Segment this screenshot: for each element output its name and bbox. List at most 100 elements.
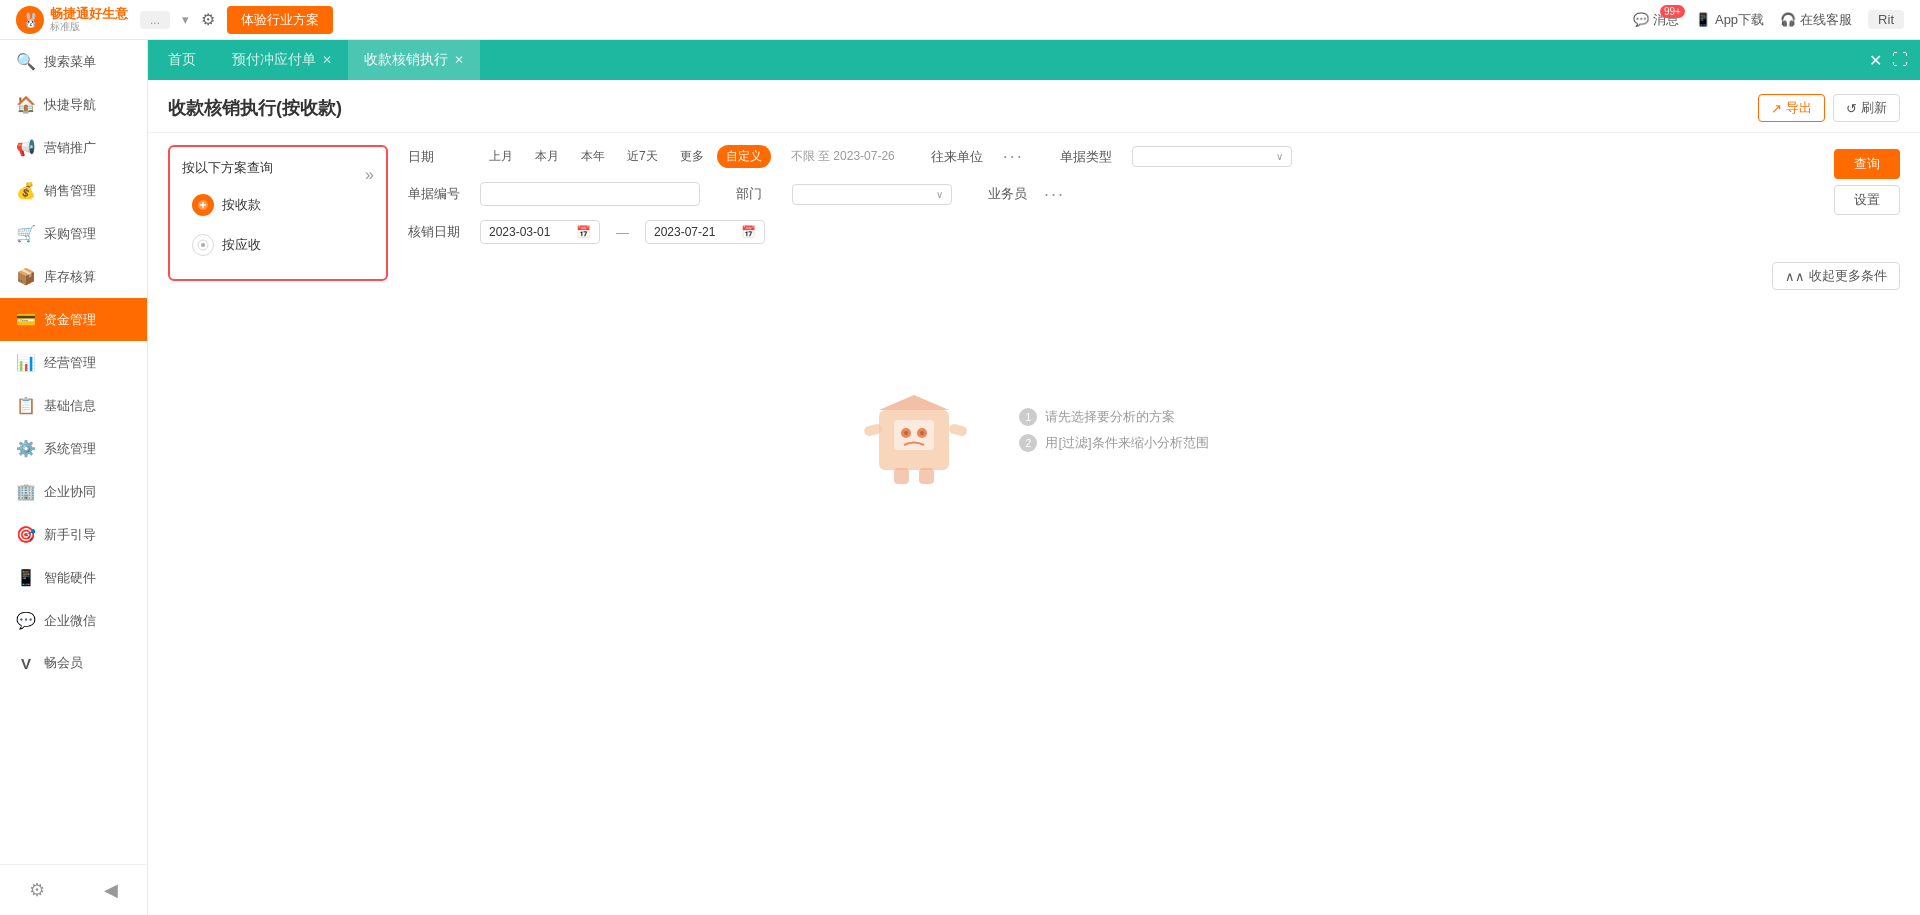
collapse-more-button[interactable]: ∧∧ 收起更多条件 <box>1772 262 1900 290</box>
sidebar-item-hardware[interactable]: 📱 智能硬件 <box>0 556 147 599</box>
partner-label: 往来单位 <box>931 148 987 166</box>
sidebar-label: 库存核算 <box>44 268 96 286</box>
gear-icon[interactable]: ⚙ <box>201 10 215 29</box>
date-no-limit: 不限 至 2023-07-26 <box>791 148 895 165</box>
app-download-button[interactable]: 📱 App下载 <box>1695 11 1764 29</box>
refresh-icon: ↺ <box>1846 101 1857 116</box>
empty-state: 1 请先选择要分析的方案 2 用[过滤]条件来缩小分析范围 <box>148 310 1920 550</box>
tab-home[interactable]: 首页 <box>148 40 216 80</box>
tab-collection[interactable]: 收款核销执行 ✕ <box>348 40 480 80</box>
sidebar-bottom: ⚙ ◀ <box>0 864 147 915</box>
doc-type-select[interactable]: ∨ <box>1132 146 1292 167</box>
verify-date-end[interactable]: 2023-07-21 📅 <box>645 220 765 244</box>
partner-selector[interactable]: ··· <box>1003 146 1024 167</box>
filter-row-verify-date: 核销日期 2023-03-01 📅 — 2023-07-21 📅 <box>408 220 1814 244</box>
sidebar-item-enterprise[interactable]: 🏢 企业协同 <box>0 470 147 513</box>
verify-date-start[interactable]: 2023-03-01 📅 <box>480 220 600 244</box>
svg-point-6 <box>904 431 908 435</box>
tab-close-icon[interactable]: ✕ <box>1869 51 1882 70</box>
page-actions: ↗ 导出 ↺ 刷新 <box>1758 94 1900 122</box>
message-icon: 💬 <box>1633 12 1649 27</box>
sidebar-item-marketing[interactable]: 📢 营销推广 <box>0 126 147 169</box>
sidebar: 🔍 搜索菜单 🏠 快捷导航 📢 营销推广 💰 销售管理 🛒 采购管理 📦 库存核… <box>0 40 148 915</box>
sidebar-item-wechat[interactable]: 💬 企业微信 <box>0 599 147 642</box>
collapse-sidebar-icon[interactable]: ◀ <box>98 873 124 907</box>
message-button[interactable]: 💬 消息 99+ <box>1633 11 1679 29</box>
breadcrumb[interactable]: ... <box>140 11 170 29</box>
user-menu[interactable]: Rit <box>1868 10 1904 29</box>
top-bar: 🐰 畅捷通好生意 标准版 ... ▾ ⚙ 体验行业方案 💬 消息 99+ 📱 A… <box>0 0 1920 40</box>
date-this-month[interactable]: 本月 <box>526 145 568 168</box>
chevron-down-icon: ∨ <box>1276 151 1283 162</box>
query-buttons: 查询 设置 <box>1834 145 1900 215</box>
sidebar-label: 企业协同 <box>44 483 96 501</box>
doc-no-input[interactable] <box>480 182 700 206</box>
date-custom[interactable]: 自定义 <box>717 145 771 168</box>
dept-select[interactable]: ∨ <box>792 184 952 205</box>
sidebar-item-system[interactable]: ⚙️ 系统管理 <box>0 427 147 470</box>
sidebar-item-finance[interactable]: 💳 资金管理 <box>0 298 147 341</box>
calendar-icon: 📅 <box>741 225 756 239</box>
sidebar-item-basic[interactable]: 📋 基础信息 <box>0 384 147 427</box>
tab-expand-icon[interactable]: ⛶ <box>1892 51 1908 69</box>
sidebar-item-search-menu[interactable]: 🔍 搜索菜单 <box>0 40 147 83</box>
sidebar-item-sales[interactable]: 💰 销售管理 <box>0 169 147 212</box>
filter-left-panel: 按以下方案查询 » 按收款 <box>168 145 388 298</box>
sidebar-label: 企业微信 <box>44 612 96 630</box>
empty-illustration <box>859 370 979 490</box>
receivable-icon <box>192 234 214 256</box>
filter-panel-title: 按以下方案查询 <box>182 159 273 177</box>
page-header: 收款核销执行(按收款) ↗ 导出 ↺ 刷新 <box>148 80 1920 133</box>
sidebar-label: 畅会员 <box>44 654 83 672</box>
chevron-up-icon: ∧∧ <box>1785 269 1805 284</box>
sidebar-label: 采购管理 <box>44 225 96 243</box>
sidebar-item-guide[interactable]: 🎯 新手引导 <box>0 513 147 556</box>
sidebar-label: 经营管理 <box>44 354 96 372</box>
sidebar-item-operation[interactable]: 📊 经营管理 <box>0 341 147 384</box>
date-separator: — <box>616 225 629 240</box>
sidebar-item-member[interactable]: V 畅会员 <box>0 642 147 684</box>
filter-section: 按以下方案查询 » 按收款 <box>148 133 1920 310</box>
staff-selector[interactable]: ··· <box>1044 184 1065 205</box>
date-label: 日期 <box>408 148 464 166</box>
app-icon: 📱 <box>1695 12 1711 27</box>
calendar-icon: 📅 <box>576 225 591 239</box>
svg-point-7 <box>920 431 924 435</box>
empty-text: 1 请先选择要分析的方案 2 用[过滤]条件来缩小分析范围 <box>1019 408 1208 452</box>
query-button[interactable]: 查询 <box>1834 149 1900 179</box>
sidebar-label: 搜索菜单 <box>44 53 96 71</box>
chevron-down-icon[interactable]: ▾ <box>182 12 189 27</box>
sidebar-label: 资金管理 <box>44 311 96 329</box>
doc-no-label: 单据编号 <box>408 185 464 203</box>
date-last-7-days[interactable]: 近7天 <box>618 145 667 168</box>
app-sub: 标准版 <box>50 21 128 33</box>
page-content: 收款核销执行(按收款) ↗ 导出 ↺ 刷新 <box>148 80 1920 915</box>
marketing-icon: 📢 <box>16 138 36 157</box>
refresh-button[interactable]: ↺ 刷新 <box>1833 94 1900 122</box>
chevron-down-icon: ∨ <box>936 189 943 200</box>
basic-icon: 📋 <box>16 396 36 415</box>
export-button[interactable]: ↗ 导出 <box>1758 94 1825 122</box>
filter-option-by-receivable[interactable]: 按应收 <box>182 227 374 263</box>
settings-button[interactable]: 设置 <box>1834 185 1900 215</box>
page-title: 收款核销执行(按收款) <box>168 96 342 120</box>
tab-prepay-close[interactable]: ✕ <box>322 53 332 67</box>
sidebar-item-quick-nav[interactable]: 🏠 快捷导航 <box>0 83 147 126</box>
date-more[interactable]: 更多 <box>671 145 713 168</box>
sidebar-label: 快捷导航 <box>44 96 96 114</box>
settings-bottom-icon[interactable]: ⚙ <box>23 873 51 907</box>
date-last-month[interactable]: 上月 <box>480 145 522 168</box>
export-icon: ↗ <box>1771 101 1782 116</box>
sidebar-item-purchase[interactable]: 🛒 采购管理 <box>0 212 147 255</box>
date-this-year[interactable]: 本年 <box>572 145 614 168</box>
quick-nav-icon: 🏠 <box>16 95 36 114</box>
filter-row-date: 日期 上月 本月 本年 近7天 更多 自定义 不限 至 2023-07-26 <box>408 145 1814 168</box>
solution-button[interactable]: 体验行业方案 <box>227 6 333 34</box>
service-button[interactable]: 🎧 在线客服 <box>1780 11 1852 29</box>
tab-collection-close[interactable]: ✕ <box>454 53 464 67</box>
filter-panel-collapse[interactable]: » <box>365 162 374 184</box>
filter-option-by-receipt[interactable]: 按收款 <box>182 187 374 223</box>
sidebar-item-inventory[interactable]: 📦 库存核算 <box>0 255 147 298</box>
tab-prepay[interactable]: 预付冲应付单 ✕ <box>216 40 348 80</box>
enterprise-icon: 🏢 <box>16 482 36 501</box>
